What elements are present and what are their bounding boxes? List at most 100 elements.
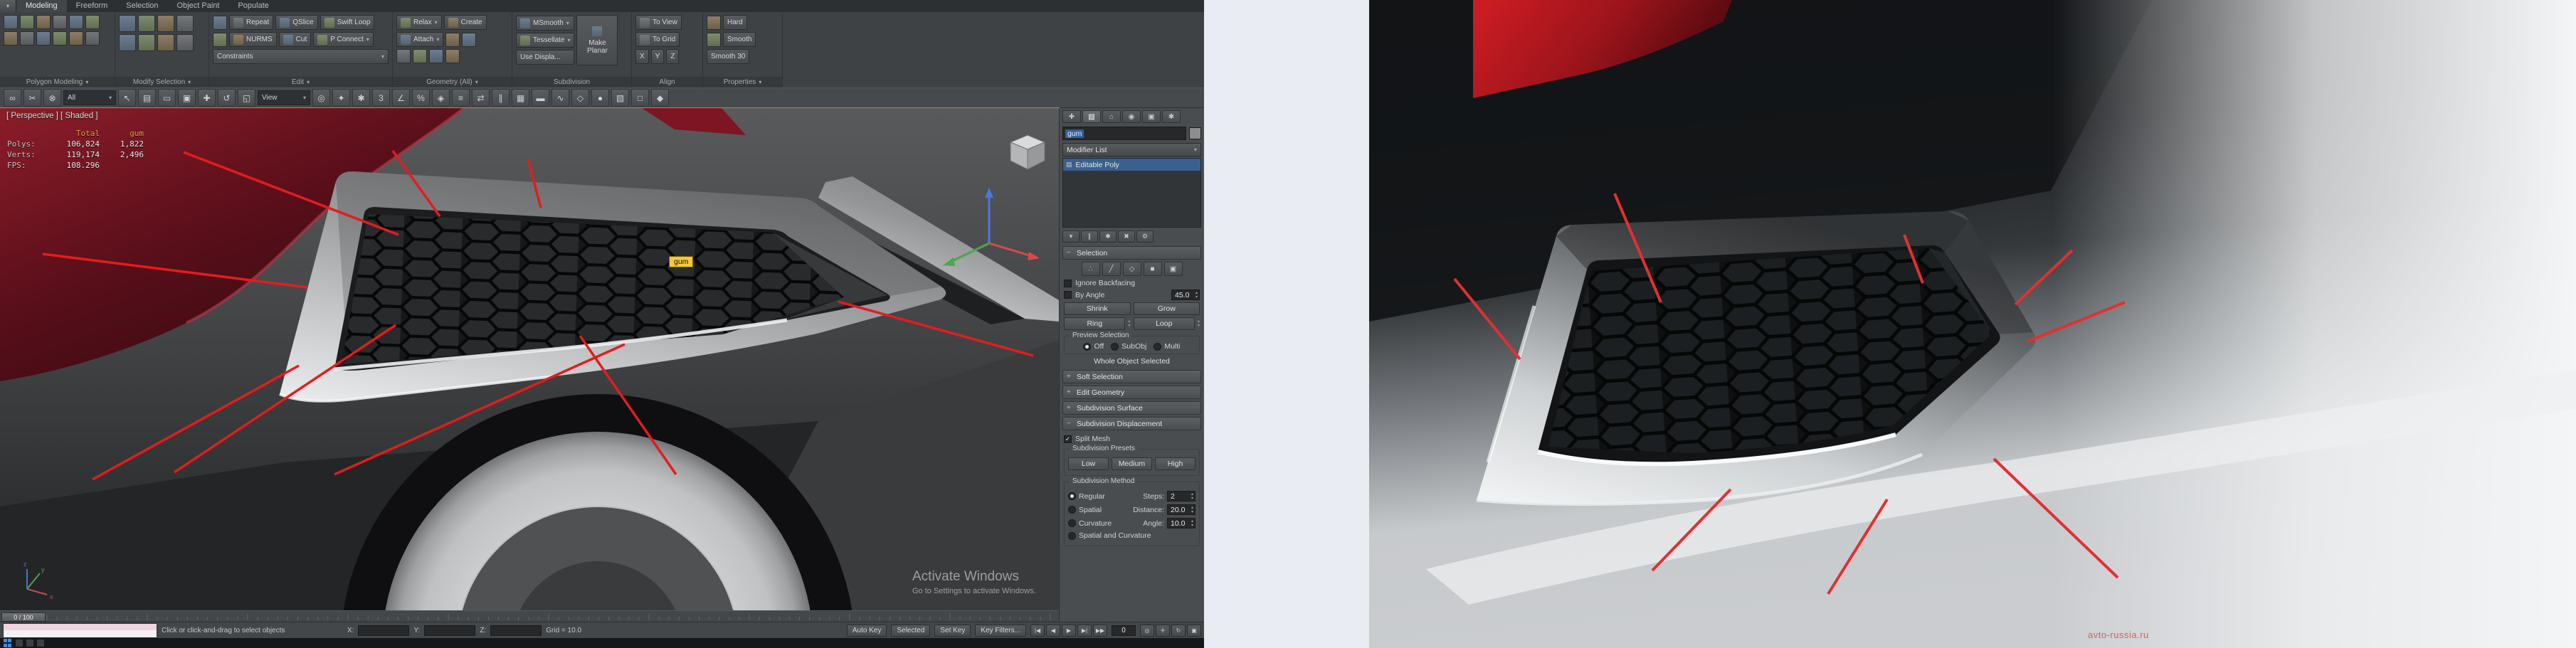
- element-subobject-icon[interactable]: ▣: [1163, 262, 1183, 276]
- group-label-geometry-all[interactable]: Geometry (All) ▾: [393, 77, 512, 87]
- geometry-extra-icon-3[interactable]: [396, 49, 411, 63]
- preview-subobj-radio[interactable]: SubObj: [1111, 342, 1146, 351]
- percent-snap-icon[interactable]: %: [412, 89, 430, 107]
- render-setup-icon[interactable]: ▧: [611, 89, 629, 107]
- repeat-button[interactable]: Repeat: [229, 15, 274, 30]
- object-name-field[interactable]: gum: [1062, 127, 1186, 140]
- viewport[interactable]: x y z [ Perspective ] [ Shaded ] Total gu…: [0, 107, 1060, 611]
- spinner-snap-icon[interactable]: ◈: [432, 89, 450, 107]
- loop-button[interactable]: Loop: [1133, 317, 1195, 330]
- geometry-extra-icon-1[interactable]: [445, 32, 460, 47]
- properties-extra-icon-1[interactable]: [707, 15, 721, 30]
- element-mode-icon[interactable]: [69, 15, 83, 29]
- select-and-link-icon[interactable]: ∞: [4, 89, 21, 107]
- angle-snap-icon[interactable]: ∠: [392, 89, 410, 107]
- settings-icon[interactable]: [85, 31, 100, 46]
- use-pivot-center-icon[interactable]: ◎: [312, 89, 330, 107]
- bind-to-spacewarp-icon[interactable]: ⊗: [43, 89, 61, 107]
- tessellate-button[interactable]: Tessellate ▾: [516, 33, 575, 48]
- ring-selection-icon[interactable]: [176, 15, 194, 32]
- unlink-selection-icon[interactable]: ✂: [23, 89, 41, 107]
- reference-coordinate-dropdown[interactable]: View ▾: [258, 90, 310, 105]
- taskbar-app-icon[interactable]: [37, 639, 44, 647]
- selected-set-dropdown[interactable]: Selected: [891, 624, 931, 637]
- set-key-button[interactable]: Set Key: [934, 624, 971, 637]
- rollout-subdivision-surface[interactable]: + Subdivision Surface: [1062, 401, 1201, 415]
- edit-extra-icon-1[interactable]: [213, 15, 227, 30]
- taskbar-app-icon[interactable]: [26, 639, 33, 647]
- shrink-button[interactable]: Shrink: [1064, 302, 1131, 315]
- rendered-frame-icon[interactable]: □: [631, 89, 649, 107]
- group-label-edit[interactable]: Edit ▾: [209, 77, 392, 87]
- ignore-backfacing-checkbox[interactable]: [1064, 279, 1072, 287]
- group-label-subdivision[interactable]: Subdivision: [512, 77, 631, 87]
- listener-script-row[interactable]: [4, 630, 157, 637]
- ribbon-tab-freeform[interactable]: Freeform: [67, 0, 117, 12]
- ribbon-tab-selection[interactable]: Selection: [117, 0, 167, 12]
- method-curvature-radio[interactable]: Curvature: [1068, 519, 1112, 528]
- modifier-stack[interactable]: ▤ Editable Poly: [1062, 158, 1201, 228]
- split-mesh-checkbox[interactable]: ✓: [1064, 435, 1072, 443]
- attach-button[interactable]: Attach ▾: [396, 32, 444, 47]
- schematic-view-icon[interactable]: ◇: [571, 89, 589, 107]
- window-crossing-icon[interactable]: ▣: [178, 89, 196, 107]
- swift-loop-button[interactable]: Swift Loop: [320, 15, 375, 30]
- group-label-polygon-modeling[interactable]: Polygon Modeling ▾: [0, 77, 115, 87]
- symmetry-icon[interactable]: [53, 31, 67, 46]
- create-button[interactable]: Create: [443, 15, 487, 30]
- current-frame-field[interactable]: 0: [1112, 625, 1136, 636]
- spinner-arrows-icon[interactable]: ▴ ▾: [1191, 519, 1193, 528]
- by-angle-checkbox[interactable]: [1064, 291, 1072, 299]
- method-spatial-radio[interactable]: Spatial: [1068, 506, 1102, 514]
- spinner-arrows-icon[interactable]: ▴ ▾: [1191, 492, 1193, 501]
- layer-explorer-icon[interactable]: ▦: [512, 89, 529, 107]
- ribbon-tab-modeling[interactable]: Modeling: [16, 0, 67, 12]
- pin-stack-icon[interactable]: ▾: [1062, 230, 1080, 243]
- y-coordinate-field[interactable]: [424, 625, 476, 636]
- ring-button[interactable]: Ring: [1064, 317, 1126, 330]
- make-planar-button[interactable]: Make Planar: [576, 15, 618, 65]
- vertex-mode-icon[interactable]: [4, 15, 18, 29]
- step-loop-icon[interactable]: [157, 34, 174, 51]
- hierarchy-tab[interactable]: ⌂: [1102, 110, 1121, 123]
- loop-spinner-icon[interactable]: ▴ ▾: [1198, 319, 1200, 328]
- align-icon[interactable]: ∥: [492, 89, 510, 107]
- display-tab[interactable]: ▣: [1142, 110, 1161, 123]
- zoom-icon[interactable]: ◎: [1140, 624, 1154, 637]
- geometry-extra-icon-5[interactable]: [429, 49, 443, 63]
- maximize-viewport-icon[interactable]: ▣: [1187, 624, 1201, 637]
- preset-medium-button[interactable]: Medium: [1112, 457, 1152, 470]
- nurms-button[interactable]: NURMS: [229, 32, 277, 47]
- listener-macro-row[interactable]: [4, 623, 157, 630]
- msmooth-button[interactable]: MSmooth ▾: [516, 16, 575, 31]
- border-subobject-icon[interactable]: ◇: [1122, 262, 1141, 276]
- key-filters-button[interactable]: Key Filters...: [975, 624, 1026, 637]
- ribbon-menu-icon[interactable]: ▾: [0, 0, 16, 12]
- smooth-30-button[interactable]: Smooth 30: [707, 49, 750, 64]
- select-object-icon[interactable]: ↖: [118, 89, 136, 107]
- to-grid-button[interactable]: To Grid: [635, 32, 680, 47]
- polygon-mode-icon[interactable]: [53, 15, 67, 29]
- utilities-tab[interactable]: ✱: [1162, 110, 1181, 123]
- select-and-manipulate-icon[interactable]: ✦: [332, 89, 350, 107]
- select-and-rotate-icon[interactable]: ↺: [218, 89, 236, 107]
- preview-multi-radio[interactable]: Multi: [1154, 342, 1181, 351]
- stack-item-editable-poly[interactable]: ▤ Editable Poly: [1063, 159, 1200, 171]
- visibility-icon[interactable]: [69, 31, 83, 46]
- select-and-scale-icon[interactable]: ◱: [238, 89, 255, 107]
- select-and-move-icon[interactable]: ✚: [198, 89, 216, 107]
- auto-key-button[interactable]: Auto Key: [846, 624, 887, 637]
- geometry-extra-icon-6[interactable]: [445, 49, 460, 63]
- align-y-button[interactable]: Y: [650, 49, 665, 64]
- ribbon-tab-object-paint[interactable]: Object Paint: [168, 0, 229, 12]
- windows-start-icon[interactable]: [4, 639, 12, 647]
- spinner-arrows-icon[interactable]: ▴ ▾: [1195, 291, 1198, 299]
- spinner-arrows-icon[interactable]: ▴ ▾: [1191, 506, 1193, 514]
- steps-spinner[interactable]: 2 ▴ ▾: [1167, 491, 1195, 501]
- pan-icon[interactable]: ✛: [1156, 624, 1170, 637]
- object-color-swatch[interactable]: [1189, 127, 1201, 139]
- orbit-icon[interactable]: ↻: [1171, 624, 1186, 637]
- geometry-extra-icon-4[interactable]: [413, 49, 427, 63]
- show-end-result-icon[interactable]: ∥: [1081, 230, 1098, 243]
- distance-spinner[interactable]: 20.0 ▴ ▾: [1167, 504, 1195, 515]
